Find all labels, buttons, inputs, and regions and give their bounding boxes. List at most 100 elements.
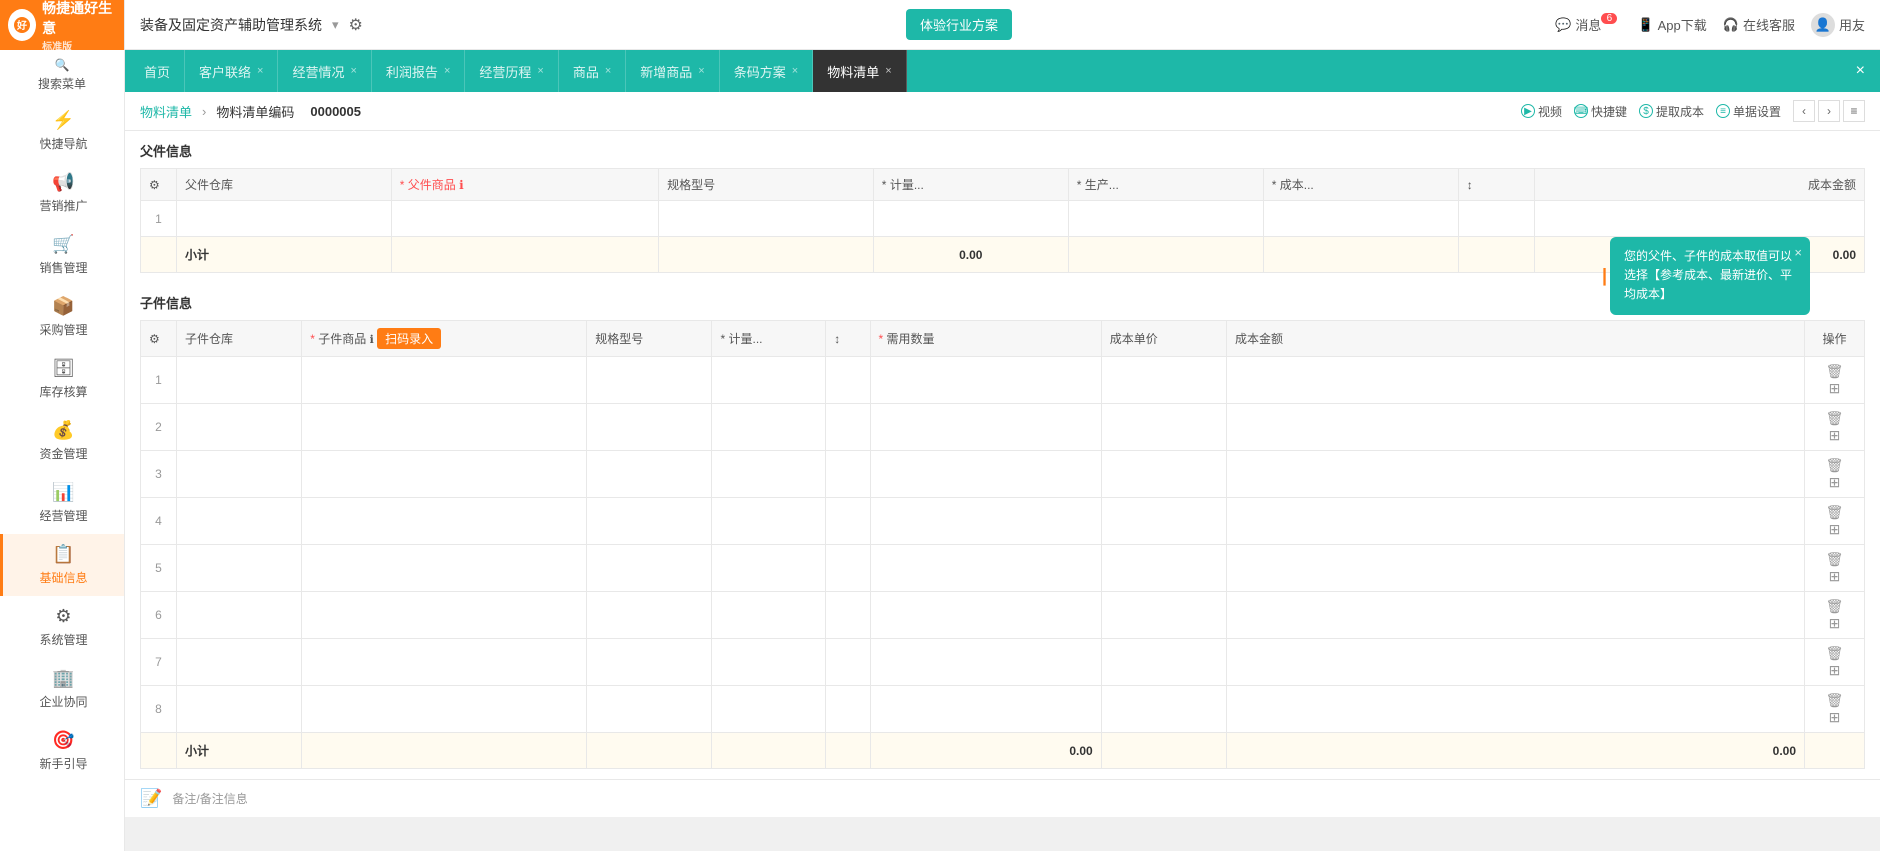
child-row-8-unit[interactable] bbox=[712, 686, 826, 733]
parent-row-1-production[interactable] bbox=[1068, 201, 1263, 237]
sidebar-item-basic-info[interactable]: 📋 基础信息 bbox=[0, 534, 124, 596]
sidebar-item-system[interactable]: ⚙ 系统管理 bbox=[0, 596, 124, 658]
child-row-5-needed[interactable] bbox=[870, 545, 1101, 592]
tab-bom-close[interactable]: × bbox=[885, 65, 891, 77]
close-all-tabs[interactable]: × bbox=[1846, 62, 1875, 80]
child-row-1-needed[interactable] bbox=[870, 357, 1101, 404]
child-row-4-spec[interactable] bbox=[587, 498, 712, 545]
child-row-3-unit[interactable] bbox=[712, 451, 826, 498]
sidebar-search[interactable]: 🔍 搜索菜单 bbox=[0, 50, 124, 100]
child-row-4-warehouse[interactable] bbox=[177, 498, 302, 545]
child-row-6-needed[interactable] bbox=[870, 592, 1101, 639]
child-row-2-needed[interactable] bbox=[870, 404, 1101, 451]
child-row-2-spec[interactable] bbox=[587, 404, 712, 451]
child-row-4-unit-price[interactable] bbox=[1101, 498, 1226, 545]
sidebar-item-quick-nav[interactable]: ⚡ 快捷导航 bbox=[0, 100, 124, 162]
child-row-7-delete-icon[interactable]: 🗑 bbox=[1826, 645, 1844, 661]
child-row-8-copy-icon[interactable]: ⊞ bbox=[1829, 709, 1841, 725]
child-row-7-spec[interactable] bbox=[587, 639, 712, 686]
tooltip-close-btn[interactable]: × bbox=[1794, 243, 1802, 264]
tab-barcode-close[interactable]: × bbox=[792, 65, 798, 77]
online-service-btn[interactable]: 🎧 在线客服 bbox=[1723, 15, 1795, 34]
parent-col-settings[interactable]: ⚙ bbox=[141, 169, 177, 201]
child-row-8-unit-price[interactable] bbox=[1101, 686, 1226, 733]
tab-operations[interactable]: 经营情况 × bbox=[278, 50, 371, 92]
tab-bom[interactable]: 物料清单 × bbox=[813, 50, 906, 92]
child-row-7-copy-icon[interactable]: ⊞ bbox=[1829, 662, 1841, 678]
child-row-6-warehouse[interactable] bbox=[177, 592, 302, 639]
child-row-2-unit-price[interactable] bbox=[1101, 404, 1226, 451]
message-btn[interactable]: 💬 消息 6 bbox=[1555, 15, 1621, 34]
child-row-1-unit[interactable] bbox=[712, 357, 826, 404]
video-action[interactable]: ▶ 视频 bbox=[1521, 103, 1562, 120]
tab-history[interactable]: 经营历程 × bbox=[465, 50, 558, 92]
child-row-6-delete-icon[interactable]: 🗑 bbox=[1826, 598, 1844, 614]
tab-goods-close[interactable]: × bbox=[605, 65, 611, 77]
child-row-3-needed[interactable] bbox=[870, 451, 1101, 498]
child-row-2-delete-icon[interactable]: 🗑 bbox=[1826, 410, 1844, 426]
parent-row-1-warehouse[interactable] bbox=[177, 201, 392, 237]
child-row-2-unit[interactable] bbox=[712, 404, 826, 451]
child-row-6-unit[interactable] bbox=[712, 592, 826, 639]
tab-barcode[interactable]: 条码方案 × bbox=[720, 50, 813, 92]
tab-new-goods-close[interactable]: × bbox=[698, 65, 704, 77]
child-row-8-warehouse[interactable] bbox=[177, 686, 302, 733]
tab-customer-close[interactable]: × bbox=[257, 65, 263, 77]
experience-btn[interactable]: 体验行业方案 bbox=[906, 9, 1012, 40]
breadcrumb-home[interactable]: 物料清单 bbox=[140, 102, 192, 121]
tab-history-close[interactable]: × bbox=[537, 65, 543, 77]
child-row-1-delete-icon[interactable]: 🗑 bbox=[1826, 363, 1844, 379]
child-row-3-spec[interactable] bbox=[587, 451, 712, 498]
child-row-5-spec[interactable] bbox=[587, 545, 712, 592]
child-row-6-copy-icon[interactable]: ⊞ bbox=[1829, 615, 1841, 631]
child-row-5-warehouse[interactable] bbox=[177, 545, 302, 592]
child-row-6-unit-price[interactable] bbox=[1101, 592, 1226, 639]
setting-action[interactable]: ≡ 单据设置 bbox=[1716, 103, 1781, 120]
sidebar-item-enterprise[interactable]: 🏢 企业协同 bbox=[0, 658, 124, 720]
child-row-3-delete-icon[interactable]: 🗑 bbox=[1826, 457, 1844, 473]
child-row-2-goods[interactable] bbox=[302, 404, 587, 451]
app-download-btn[interactable]: 📱 App下载 bbox=[1637, 15, 1706, 34]
child-row-5-unit[interactable] bbox=[712, 545, 826, 592]
parent-row-1-spec[interactable] bbox=[659, 201, 874, 237]
sidebar-item-operations[interactable]: 📊 经营管理 bbox=[0, 472, 124, 534]
child-row-3-unit-price[interactable] bbox=[1101, 451, 1226, 498]
child-row-3-copy-icon[interactable]: ⊞ bbox=[1829, 474, 1841, 490]
cost-action[interactable]: $ 提取成本 bbox=[1639, 103, 1704, 120]
sidebar-item-purchase[interactable]: 📦 采购管理 bbox=[0, 286, 124, 348]
child-row-6-goods[interactable] bbox=[302, 592, 587, 639]
child-row-5-goods[interactable] bbox=[302, 545, 587, 592]
child-row-3-goods[interactable] bbox=[302, 451, 587, 498]
next-btn[interactable]: › bbox=[1818, 100, 1840, 122]
tab-customer[interactable]: 客户联络 × bbox=[185, 50, 278, 92]
child-col-settings[interactable]: ⚙ bbox=[141, 321, 177, 357]
tab-profit[interactable]: 利润报告 × bbox=[372, 50, 465, 92]
child-row-1-unit-price[interactable] bbox=[1101, 357, 1226, 404]
child-row-1-goods[interactable] bbox=[302, 357, 587, 404]
child-row-8-spec[interactable] bbox=[587, 686, 712, 733]
sidebar-item-sales[interactable]: 🛒 销售管理 bbox=[0, 224, 124, 286]
child-row-4-goods[interactable] bbox=[302, 498, 587, 545]
tab-home[interactable]: 首页 bbox=[130, 50, 185, 92]
tab-goods[interactable]: 商品 × bbox=[559, 50, 626, 92]
tab-operations-close[interactable]: × bbox=[350, 65, 356, 77]
prev-btn[interactable]: ‹ bbox=[1793, 100, 1815, 122]
child-row-6-spec[interactable] bbox=[587, 592, 712, 639]
child-row-4-delete-icon[interactable]: 🗑 bbox=[1826, 504, 1844, 520]
menu-btn[interactable]: ≡ bbox=[1843, 100, 1865, 122]
sidebar-item-inventory[interactable]: 🗄 库存核算 bbox=[0, 348, 124, 410]
parent-row-1-cost[interactable] bbox=[1263, 201, 1458, 237]
child-row-8-needed[interactable] bbox=[870, 686, 1101, 733]
child-row-4-copy-icon[interactable]: ⊞ bbox=[1829, 521, 1841, 537]
shortcut-action[interactable]: ⌨ 快捷键 bbox=[1574, 103, 1627, 120]
tab-new-goods[interactable]: 新增商品 × bbox=[626, 50, 719, 92]
child-row-1-copy-icon[interactable]: ⊞ bbox=[1829, 380, 1841, 396]
child-row-1-spec[interactable] bbox=[587, 357, 712, 404]
child-row-7-unit-price[interactable] bbox=[1101, 639, 1226, 686]
scan-btn[interactable]: 扫码录入 bbox=[377, 328, 441, 349]
parent-row-1-goods[interactable] bbox=[391, 201, 658, 237]
child-row-5-copy-icon[interactable]: ⊞ bbox=[1829, 568, 1841, 584]
sidebar-item-guide[interactable]: 🎯 新手引导 bbox=[0, 720, 124, 782]
child-row-4-needed[interactable] bbox=[870, 498, 1101, 545]
topbar-settings-icon[interactable]: ⚙ bbox=[349, 15, 363, 35]
